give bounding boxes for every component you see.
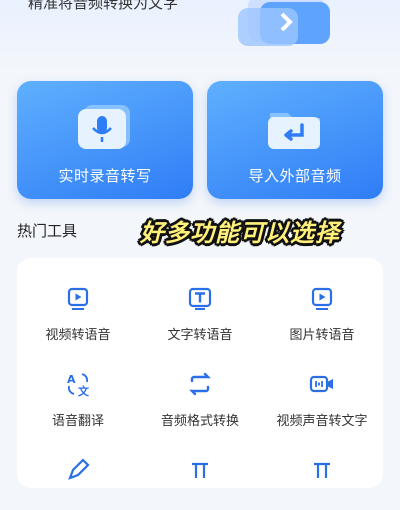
tool-label: 文字转语音	[167, 328, 233, 343]
import-audio-card[interactable]: 导入外部音频	[207, 81, 383, 199]
tool-label: 视频声音转文字	[276, 414, 368, 429]
tool-audio-convert[interactable]: 音频格式转换	[139, 344, 261, 429]
video-play-icon	[67, 287, 89, 310]
realtime-record-card[interactable]: 实时录音转写	[17, 81, 193, 199]
tool-row3-3[interactable]	[261, 430, 383, 510]
video-camera-icon	[309, 375, 333, 393]
tool-text-to-speech[interactable]: 文字转语音	[139, 258, 261, 343]
tools-panel: 视频转语音 文字转语音 图片转语音 A 文 语音翻译 音频格式转换 视频声音转文…	[17, 258, 383, 488]
svg-text:文: 文	[78, 384, 90, 398]
tool-label: 图片转语音	[289, 328, 355, 343]
microphone-icon	[78, 105, 130, 149]
edit-icon	[68, 458, 90, 480]
import-folder-icon	[268, 113, 320, 149]
tool-row3-1[interactable]	[17, 430, 139, 510]
tool-voice-translate[interactable]: A 文 语音翻译	[17, 344, 139, 429]
svg-text:A: A	[67, 373, 76, 386]
tool-video-sound-to-text[interactable]: 视频声音转文字	[261, 344, 383, 429]
hot-tools-title: 热门工具	[17, 222, 78, 240]
convert-icon	[189, 372, 211, 396]
realtime-record-label: 实时录音转写	[58, 167, 152, 185]
tool-image-to-speech[interactable]: 图片转语音	[261, 258, 383, 343]
hero-banner: 精准将音频转换为文字	[0, 0, 400, 70]
hero-illustration	[238, 0, 330, 46]
tool-row3-2[interactable]	[139, 430, 261, 510]
hero-subtitle: 精准将音频转换为文字	[28, 0, 179, 12]
tool-label: 视频转语音	[45, 328, 111, 343]
tool-video-to-speech[interactable]: 视频转语音	[17, 258, 139, 343]
image-play-icon	[311, 287, 333, 310]
text-icon	[188, 287, 212, 310]
import-audio-label: 导入外部音频	[248, 167, 342, 185]
wave-icon	[192, 462, 208, 478]
promo-caption: 好多功能可以选择	[140, 219, 340, 247]
tool-label: 音频格式转换	[160, 414, 239, 429]
tool-label: 语音翻译	[51, 414, 104, 429]
translate-icon: A 文	[67, 373, 90, 398]
wave-icon	[314, 462, 330, 478]
